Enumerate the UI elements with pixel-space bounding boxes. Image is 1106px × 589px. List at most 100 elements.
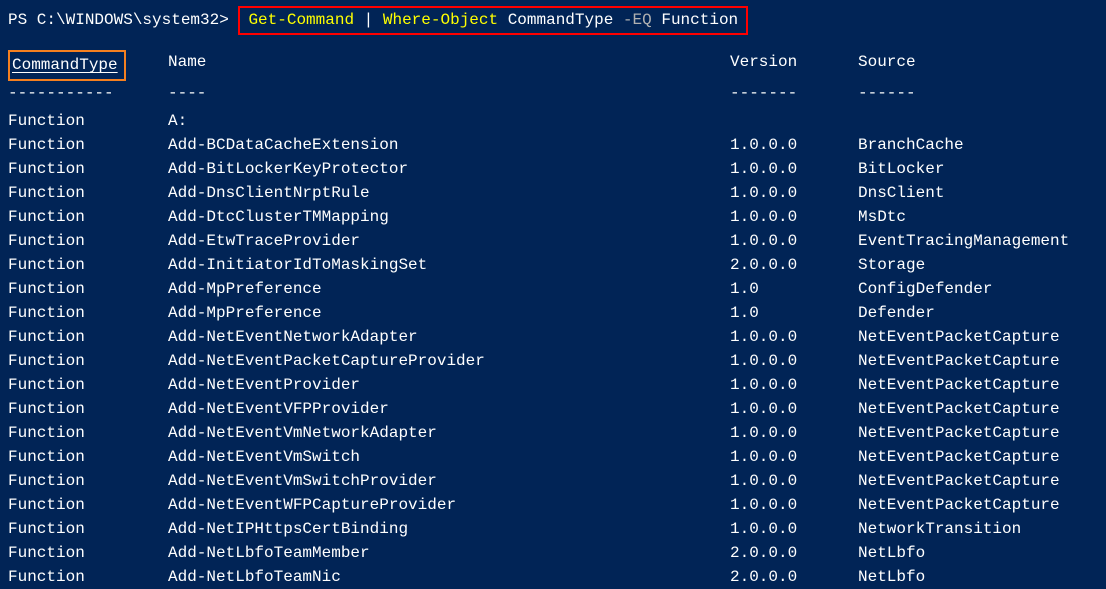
cell-name: Add-NetEventVmSwitch — [168, 445, 730, 469]
cell-version: 2.0.0.0 — [730, 541, 858, 565]
cell-commandtype: Function — [8, 133, 168, 157]
cell-name: Add-DtcClusterTMMapping — [168, 205, 730, 229]
cell-version: 1.0.0.0 — [730, 205, 858, 229]
cell-name: Add-EtwTraceProvider — [168, 229, 730, 253]
cell-name: Add-NetEventProvider — [168, 373, 730, 397]
cell-name: Add-NetEventNetworkAdapter — [168, 325, 730, 349]
table-row: FunctionAdd-NetLbfoTeamMember2.0.0.0NetL… — [8, 541, 1098, 565]
cell-version: 1.0.0.0 — [730, 397, 858, 421]
header-version: Version — [730, 50, 858, 81]
table-row: FunctionAdd-DtcClusterTMMapping1.0.0.0Ms… — [8, 205, 1098, 229]
cell-commandtype: Function — [8, 517, 168, 541]
cell-version: 1.0.0.0 — [730, 517, 858, 541]
cell-version: 1.0 — [730, 277, 858, 301]
table-dashes-row: ----------- ---- ------- ------ — [8, 81, 1098, 105]
cell-source: NetLbfo — [858, 565, 925, 589]
table-row: FunctionAdd-MpPreference1.0Defender — [8, 301, 1098, 325]
cell-commandtype: Function — [8, 109, 168, 133]
cell-source: BranchCache — [858, 133, 964, 157]
cell-commandtype: Function — [8, 253, 168, 277]
table-row: FunctionAdd-NetLbfoTeamNic2.0.0.0NetLbfo — [8, 565, 1098, 589]
table-row: FunctionAdd-NetEventPacketCaptureProvide… — [8, 349, 1098, 373]
cell-commandtype: Function — [8, 445, 168, 469]
cell-source: ConfigDefender — [858, 277, 992, 301]
cell-commandtype: Function — [8, 301, 168, 325]
dashes-name: ---- — [168, 81, 730, 105]
cell-name: Add-NetLbfoTeamMember — [168, 541, 730, 565]
prompt-line[interactable]: PS C:\WINDOWS\system32> Get-Command | Wh… — [8, 8, 1098, 32]
cell-name: A: — [168, 109, 730, 133]
cell-version: 1.0.0.0 — [730, 325, 858, 349]
cmdlet-where-object: Where-Object — [383, 11, 498, 29]
table-row: FunctionAdd-BCDataCacheExtension1.0.0.0B… — [8, 133, 1098, 157]
cell-version: 1.0 — [730, 301, 858, 325]
cell-commandtype: Function — [8, 565, 168, 589]
header-source: Source — [858, 50, 916, 81]
cell-source: Defender — [858, 301, 935, 325]
operator-eq: -EQ — [623, 11, 652, 29]
cell-commandtype: Function — [8, 205, 168, 229]
cell-name: Add-MpPreference — [168, 277, 730, 301]
cell-commandtype: Function — [8, 157, 168, 181]
cell-source: NetLbfo — [858, 541, 925, 565]
cell-version: 1.0.0.0 — [730, 181, 858, 205]
cell-source: NetEventPacketCapture — [858, 469, 1060, 493]
cell-name: Add-BitLockerKeyProtector — [168, 157, 730, 181]
cell-name: Add-InitiatorIdToMaskingSet — [168, 253, 730, 277]
cell-version: 1.0.0.0 — [730, 349, 858, 373]
cell-commandtype: Function — [8, 325, 168, 349]
header-commandtype-cell: CommandType — [8, 50, 168, 81]
param-commandtype: CommandType — [498, 11, 623, 29]
cell-name: Add-DnsClientNrptRule — [168, 181, 730, 205]
cell-commandtype: Function — [8, 469, 168, 493]
cell-commandtype: Function — [8, 277, 168, 301]
table-row: FunctionA: — [8, 109, 1098, 133]
table-header-row: CommandType Name Version Source — [8, 50, 1098, 81]
cell-commandtype: Function — [8, 493, 168, 517]
cell-source: NetEventPacketCapture — [858, 373, 1060, 397]
command-highlight-box: Get-Command | Where-Object CommandType -… — [238, 6, 748, 35]
table-body: FunctionA:FunctionAdd-BCDataCacheExtensi… — [8, 109, 1098, 589]
table-row: FunctionAdd-NetEventNetworkAdapter1.0.0.… — [8, 325, 1098, 349]
cell-source: BitLocker — [858, 157, 944, 181]
cell-commandtype: Function — [8, 181, 168, 205]
cell-source: NetEventPacketCapture — [858, 493, 1060, 517]
cell-source: Storage — [858, 253, 925, 277]
cell-name: Add-NetEventPacketCaptureProvider — [168, 349, 730, 373]
cell-source: EventTracingManagement — [858, 229, 1069, 253]
cell-version: 1.0.0.0 — [730, 469, 858, 493]
prompt-prefix: PS C:\WINDOWS\system32> — [8, 11, 238, 29]
cell-version: 1.0.0.0 — [730, 421, 858, 445]
table-row: FunctionAdd-NetEventWFPCaptureProvider1.… — [8, 493, 1098, 517]
cell-source: NetEventPacketCapture — [858, 445, 1060, 469]
dashes-source: ------ — [858, 81, 916, 105]
table-row: FunctionAdd-NetIPHttpsCertBinding1.0.0.0… — [8, 517, 1098, 541]
cell-name: Add-NetEventVmSwitchProvider — [168, 469, 730, 493]
table-row: FunctionAdd-MpPreference1.0ConfigDefende… — [8, 277, 1098, 301]
cell-version — [730, 109, 858, 133]
cell-version: 2.0.0.0 — [730, 253, 858, 277]
cell-name: Add-NetIPHttpsCertBinding — [168, 517, 730, 541]
table-row: FunctionAdd-BitLockerKeyProtector1.0.0.0… — [8, 157, 1098, 181]
cell-source: MsDtc — [858, 205, 906, 229]
cell-version: 1.0.0.0 — [730, 373, 858, 397]
cell-commandtype: Function — [8, 397, 168, 421]
cell-version: 1.0.0.0 — [730, 493, 858, 517]
table-row: FunctionAdd-EtwTraceProvider1.0.0.0Event… — [8, 229, 1098, 253]
cell-commandtype: Function — [8, 421, 168, 445]
cell-source: NetworkTransition — [858, 517, 1021, 541]
header-name: Name — [168, 50, 730, 81]
header-commandtype-highlight: CommandType — [8, 50, 126, 81]
cell-source: NetEventPacketCapture — [858, 397, 1060, 421]
cmdlet-get-command: Get-Command — [248, 11, 354, 29]
cell-name: Add-NetEventVFPProvider — [168, 397, 730, 421]
cell-name: Add-MpPreference — [168, 301, 730, 325]
cell-version: 1.0.0.0 — [730, 229, 858, 253]
cell-source: NetEventPacketCapture — [858, 421, 1060, 445]
table-row: FunctionAdd-NetEventVFPProvider1.0.0.0Ne… — [8, 397, 1098, 421]
dashes-type: ----------- — [8, 81, 168, 105]
value-function: Function — [652, 11, 738, 29]
table-row: FunctionAdd-InitiatorIdToMaskingSet2.0.0… — [8, 253, 1098, 277]
dashes-version: ------- — [730, 81, 858, 105]
cell-name: Add-BCDataCacheExtension — [168, 133, 730, 157]
